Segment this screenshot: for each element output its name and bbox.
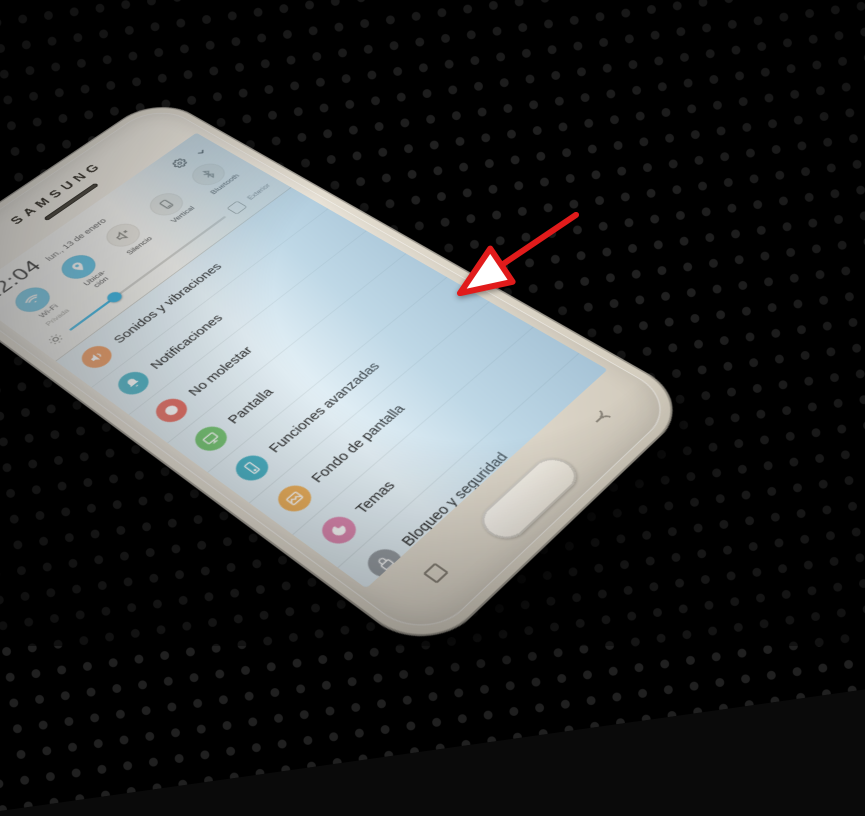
settings-gear-icon[interactable]: [170, 157, 192, 171]
settings-item-label: Pantalla: [225, 386, 277, 427]
adv-icon: [229, 450, 275, 485]
brightness-settings-icon[interactable]: [45, 331, 69, 348]
display-icon: [189, 422, 234, 456]
outdoor-checkbox-label: Exterior: [246, 183, 273, 201]
phone-device: SAMSUNG 12:04 lun., 13 de enero ⌄: [0, 95, 697, 659]
